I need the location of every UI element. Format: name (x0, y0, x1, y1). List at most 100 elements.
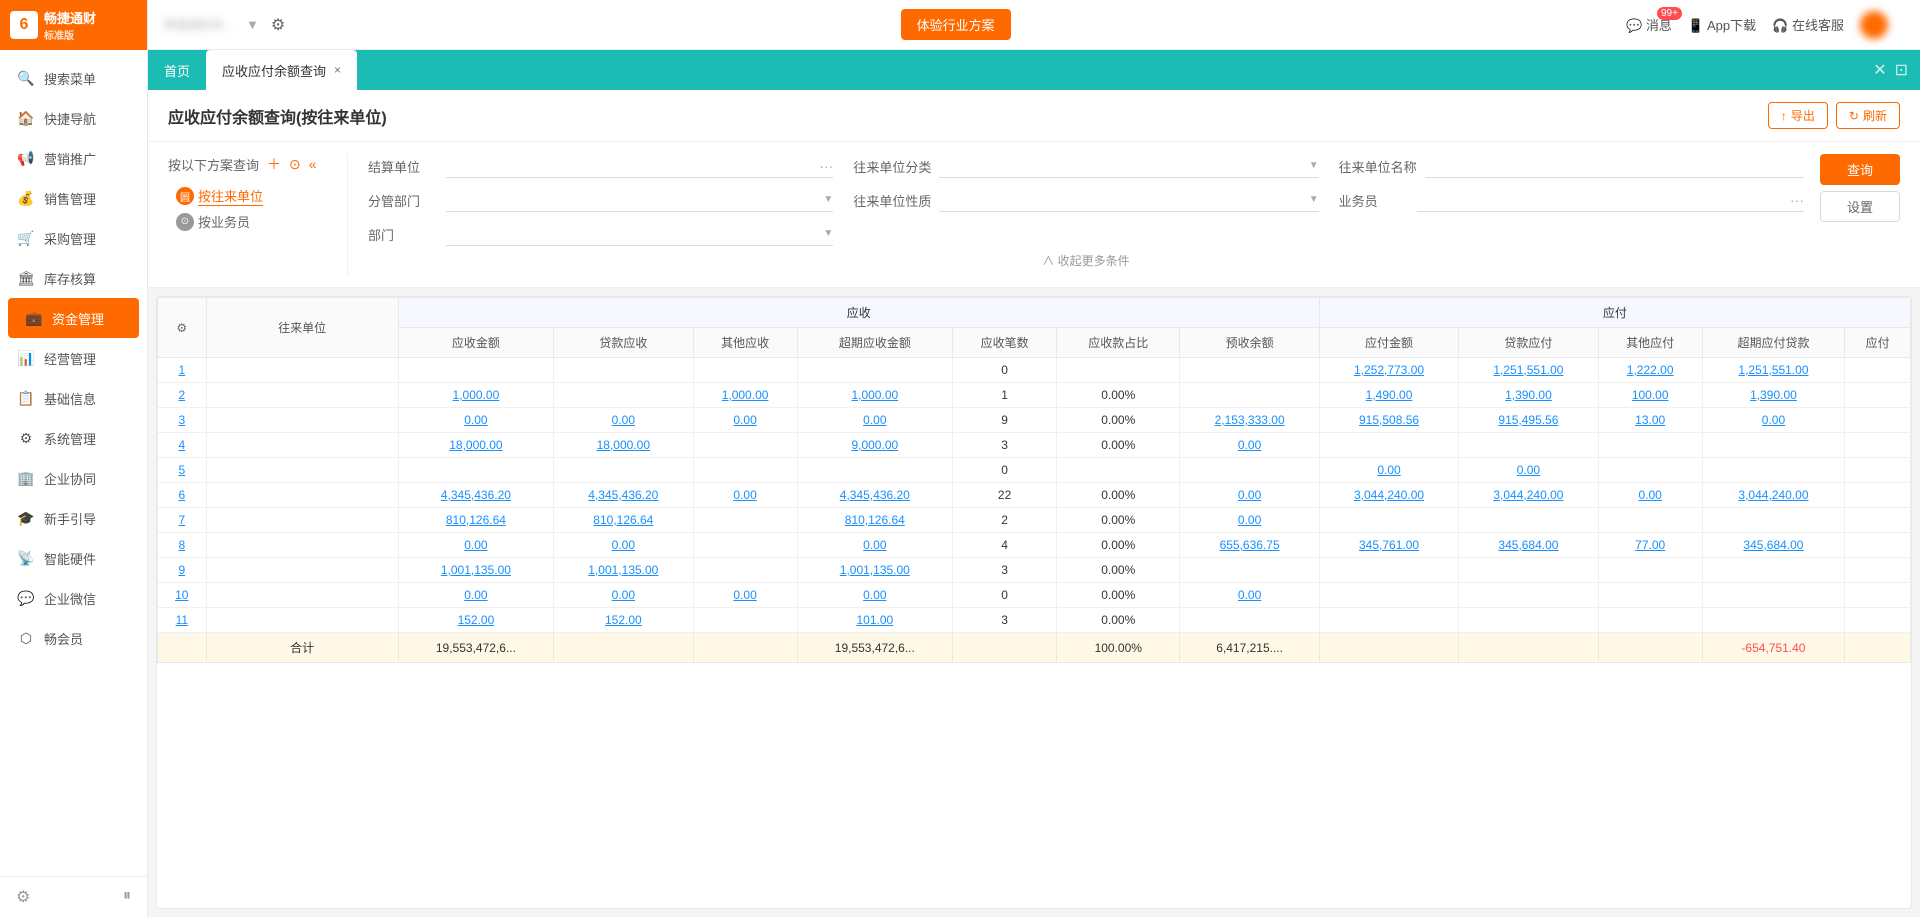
table-section: ⚙ 往来单位 应收 应付 应收金额贷款应收其他应收超期应收金额应收笔数应收款占比… (156, 296, 1912, 909)
table-settings-icon[interactable]: ⚙ (158, 298, 207, 358)
sidebar-collapse-btn[interactable]: ⏸ (123, 887, 131, 907)
partner-category-field[interactable]: ▼ (939, 154, 1318, 178)
download-icon: 📱 (1688, 18, 1704, 33)
scheme-by-partner[interactable]: 圆 按往来单位 (176, 186, 331, 206)
partner-col-header: 往来单位 (206, 298, 398, 358)
header-right: 💬 消息 99+ 📱 App下载 🎧 在线客服 (1626, 11, 1904, 39)
partner-name-cell (206, 558, 398, 583)
sidebar-item-marketing[interactable]: 📢营销推广 (0, 138, 147, 178)
table-row: 418,000.0018,000.009,000.0030.00%0.00 (158, 433, 1911, 458)
tab-close-window-btn[interactable]: ✕ (1873, 60, 1886, 80)
top-header: 畅捷通财务... ▼ ⚙ 体验行业方案 💬 消息 99+ 📱 App下载 🎧 在… (148, 0, 1920, 50)
scheme-partner-icon: 圆 (176, 187, 194, 205)
sidebar-item-purchase[interactable]: 🛒采购管理 (0, 218, 147, 258)
payable-group-header: 应付 (1319, 298, 1910, 328)
receivable-subcol-0: 应收金额 (398, 328, 553, 358)
department-input[interactable] (446, 222, 823, 245)
sidebar-item-quick[interactable]: 🏠快捷导航 (0, 98, 147, 138)
top-header-actions: 体验行业方案 (901, 9, 1011, 40)
sidebar-item-member[interactable]: ⬡畅会员 (0, 618, 147, 658)
app-download-btn[interactable]: 📱 App下载 (1688, 15, 1756, 34)
sidebar-item-inventory[interactable]: 🏛库存核算 (0, 258, 147, 298)
sidebar-item-system[interactable]: ⚙系统管理 (0, 418, 147, 458)
export-button[interactable]: ↑ 导出 (1768, 102, 1828, 129)
filter-partner-category: 往来单位分类 ▼ (853, 154, 1318, 178)
salesperson-field[interactable]: ··· (1417, 188, 1804, 212)
collapse-bar[interactable]: ∧ 收起更多条件 (368, 246, 1804, 275)
notifications-btn[interactable]: 💬 消息 99+ (1626, 15, 1672, 34)
notification-label: 消息 (1646, 18, 1672, 33)
add-scheme-btn[interactable]: ＋ (267, 154, 281, 174)
partner-name-cell (206, 508, 398, 533)
payable-subcol-4: 应付 (1845, 328, 1911, 358)
page-title: 应收应付余额查询(按往来单位) (168, 104, 387, 128)
receivable-subcol-1: 贷款应收 (554, 328, 693, 358)
enterprise-icon: 🏢 (16, 468, 36, 488)
tab-home[interactable]: 首页 (148, 50, 206, 90)
tab-maximize-btn[interactable]: ⊡ (1895, 60, 1908, 80)
setting-button[interactable]: 设置 (1820, 191, 1900, 222)
tab-receivables[interactable]: 应收应付余额查询 × (206, 50, 357, 90)
sidebar-item-hardware[interactable]: 📡智能硬件 (0, 538, 147, 578)
sidebar-item-sales[interactable]: 💰 销售管理 (0, 178, 147, 218)
settlement-unit-input[interactable] (446, 154, 819, 177)
refresh-button[interactable]: ↻ 刷新 (1836, 102, 1900, 129)
settlement-unit-field[interactable]: ··· (446, 154, 833, 178)
department-field[interactable]: ▼ (446, 222, 833, 246)
sidebar-settings-btn[interactable]: ⚙ (16, 887, 30, 907)
partner-name-cell (206, 458, 398, 483)
user-avatar[interactable] (1860, 11, 1888, 39)
sidebar-item-wechat[interactable]: 💬企业微信 (0, 578, 147, 618)
salesperson-label: 业务员 (1339, 191, 1409, 210)
table-row: 64,345,436.204,345,436.200.004,345,436.2… (158, 483, 1911, 508)
filter-header: 按以下方案查询 ＋ ⊙ « (168, 154, 331, 174)
partner-category-input[interactable] (939, 154, 1308, 177)
app-logo: 6 (10, 11, 38, 39)
partner-nature-field[interactable]: ▼ (939, 188, 1318, 212)
sidebar-item-base[interactable]: 📋基础信息 (0, 378, 147, 418)
settlement-ellipsis[interactable]: ··· (819, 158, 833, 174)
sidebar-item-operation[interactable]: 📊经营管理 (0, 338, 147, 378)
footer-total-label: 合计 (206, 633, 398, 663)
solution-button[interactable]: 体验行业方案 (901, 9, 1011, 40)
salesperson-ellipsis[interactable]: ··· (1790, 192, 1804, 208)
breadcrumb-dropdown-icon[interactable]: ▼ (246, 17, 259, 32)
edit-scheme-btn[interactable]: ⊙ (289, 156, 301, 173)
partner-name-label: 往来单位名称 (1339, 157, 1417, 176)
partner-nature-input[interactable] (939, 188, 1308, 211)
sidebar-item-capital[interactable]: 💼资金管理 (8, 298, 139, 338)
quick-icon: 🏠 (16, 108, 36, 128)
sidebar-label-hardware: 智能硬件 (44, 549, 96, 568)
sidebar-label-inventory: 库存核算 (44, 269, 96, 288)
filter-department: 部门 ▼ (368, 222, 833, 246)
sidebar-label-wechat: 企业微信 (44, 589, 96, 608)
partner-category-arrow[interactable]: ▼ (1309, 160, 1319, 171)
export-icon: ↑ (1781, 109, 1787, 123)
partner-nature-arrow[interactable]: ▼ (1309, 194, 1319, 205)
managed-dept-arrow[interactable]: ▼ (823, 194, 833, 205)
receivable-subcol-5: 应收款占比 (1057, 328, 1180, 358)
sidebar-item-search[interactable]: 🔍搜索菜单 (0, 58, 147, 98)
sidebar-label-purchase: 采购管理 (44, 229, 96, 248)
app-version: 标准版 (44, 27, 96, 42)
sidebar-item-guide[interactable]: 🎓新手引导 (0, 498, 147, 538)
sales-icon: 💰 (16, 188, 36, 208)
sidebar-item-enterprise[interactable]: 🏢企业协同 (0, 458, 147, 498)
sidebar-label-sales: 销售管理 (44, 189, 96, 208)
scheme-by-salesperson[interactable]: ⊙ 按业务员 (176, 212, 331, 231)
gear-icon[interactable]: ⚙ (271, 15, 285, 35)
online-service-btn[interactable]: 🎧 在线客服 (1772, 15, 1844, 34)
salesperson-input[interactable] (1417, 188, 1790, 211)
tab-close-btn[interactable]: × (334, 63, 341, 77)
managed-dept-field[interactable]: ▼ (446, 188, 833, 212)
partner-name-input[interactable] (1425, 154, 1804, 178)
collapse-scheme-btn[interactable]: « (309, 156, 317, 172)
table-row: 7810,126.64810,126.64810,126.6420.00%0.0… (158, 508, 1911, 533)
sidebar-label-base: 基础信息 (44, 389, 96, 408)
department-arrow[interactable]: ▼ (823, 228, 833, 239)
search-icon: 🔍 (16, 68, 36, 88)
app-brand-text: 畅捷通财 标准版 (44, 8, 96, 42)
query-button[interactable]: 查询 (1820, 154, 1900, 185)
partner-name-cell (206, 483, 398, 508)
managed-dept-input[interactable] (446, 188, 823, 211)
